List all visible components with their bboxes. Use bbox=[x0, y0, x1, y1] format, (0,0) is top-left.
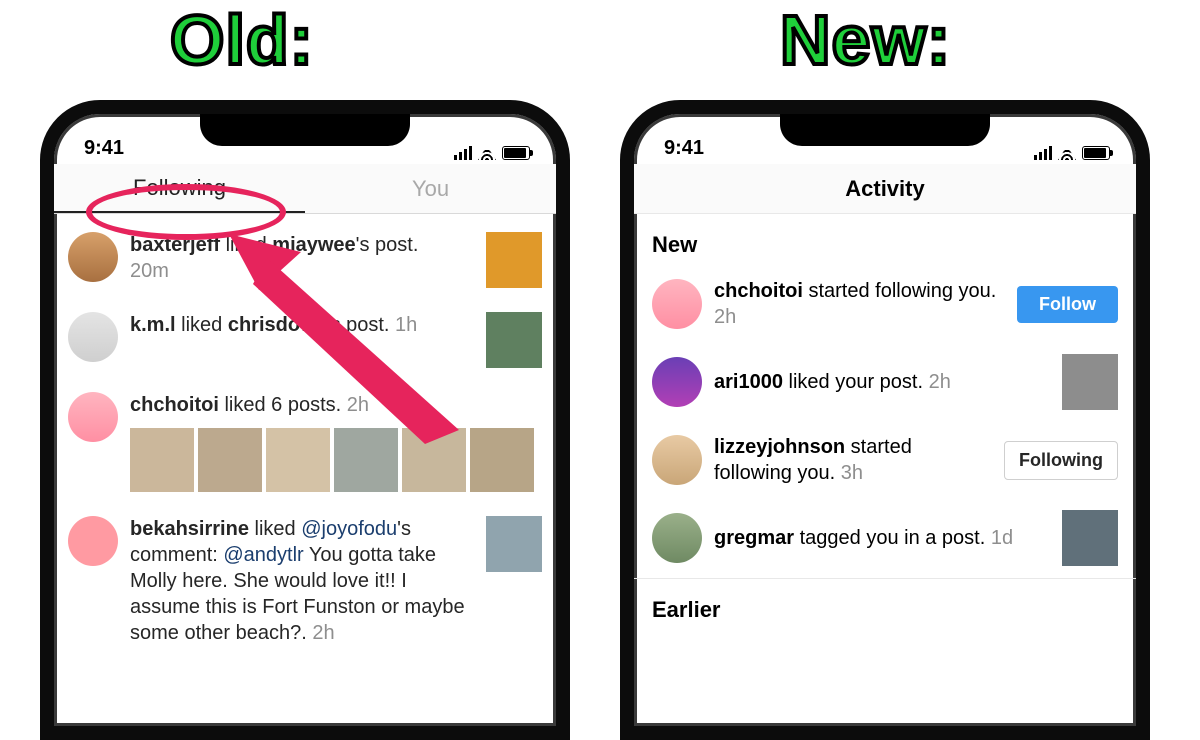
activity-row[interactable]: k.m.l liked chrisdows's post. 1h bbox=[68, 300, 542, 380]
post-thumbnail-row bbox=[130, 428, 542, 492]
phone-new: 9:41 Activity New chchoitoi started foll… bbox=[620, 100, 1150, 740]
signal-icon bbox=[454, 146, 472, 160]
follow-button[interactable]: Follow bbox=[1017, 286, 1118, 323]
activity-text: bekahsirrine liked @joyofodu's comment: … bbox=[130, 516, 474, 646]
activity-text: gregmar tagged you in a post. 1d bbox=[714, 525, 1050, 551]
activity-text: k.m.l liked chrisdows's post. 1h bbox=[130, 312, 474, 338]
post-thumbnail[interactable] bbox=[1062, 510, 1118, 566]
activity-row[interactable]: bekahsirrine liked @joyofodu's comment: … bbox=[68, 504, 542, 658]
post-thumbnail[interactable] bbox=[198, 428, 262, 492]
avatar[interactable] bbox=[652, 357, 702, 407]
notch-icon bbox=[200, 112, 410, 146]
activity-row[interactable]: ari1000 liked your post. 2h bbox=[634, 342, 1136, 422]
avatar[interactable] bbox=[652, 435, 702, 485]
avatar[interactable] bbox=[68, 232, 118, 282]
post-thumbnail[interactable] bbox=[1062, 354, 1118, 410]
activity-text: chchoitoi started following you. 2h bbox=[714, 278, 1005, 330]
post-thumbnail[interactable] bbox=[334, 428, 398, 492]
label-new: New: bbox=[780, 0, 951, 80]
activity-title: Activity bbox=[634, 164, 1136, 214]
phone-old: 9:41 Following You baxterjeff liked miay… bbox=[40, 100, 570, 740]
following-button[interactable]: Following bbox=[1004, 441, 1118, 480]
activity-text: ari1000 liked your post. 2h bbox=[714, 369, 1050, 395]
battery-icon bbox=[1082, 146, 1110, 160]
tab-you[interactable]: You bbox=[305, 164, 556, 213]
battery-icon bbox=[502, 146, 530, 160]
activity-row[interactable]: baxterjeff liked miaywee's post. 20m bbox=[68, 220, 542, 300]
post-thumbnail[interactable] bbox=[486, 232, 542, 288]
tab-following[interactable]: Following bbox=[54, 164, 305, 213]
wifi-icon bbox=[478, 146, 496, 160]
activity-text: chchoitoi liked 6 posts. 2h bbox=[130, 392, 542, 492]
activity-tabs: Following You bbox=[54, 164, 556, 214]
section-header-earlier: Earlier bbox=[634, 579, 1136, 631]
post-thumbnail[interactable] bbox=[130, 428, 194, 492]
avatar[interactable] bbox=[68, 516, 118, 566]
status-time: 9:41 bbox=[664, 137, 704, 160]
activity-feed[interactable]: chchoitoi started following you. 2h Foll… bbox=[634, 266, 1136, 578]
activity-row[interactable]: gregmar tagged you in a post. 1d bbox=[634, 498, 1136, 578]
section-header-new: New bbox=[634, 214, 1136, 266]
signal-icon bbox=[1034, 146, 1052, 160]
post-thumbnail[interactable] bbox=[266, 428, 330, 492]
following-feed[interactable]: baxterjeff liked miaywee's post. 20m k.m… bbox=[54, 214, 556, 664]
activity-row[interactable]: lizzeyjohnson started following you. 3h … bbox=[634, 422, 1136, 498]
activity-row[interactable]: chchoitoi started following you. 2h Foll… bbox=[634, 266, 1136, 342]
activity-row[interactable]: chchoitoi liked 6 posts. 2h bbox=[68, 380, 542, 504]
post-thumbnail[interactable] bbox=[470, 428, 534, 492]
post-thumbnail[interactable] bbox=[486, 312, 542, 368]
wifi-icon bbox=[1058, 146, 1076, 160]
label-old: Old: bbox=[170, 0, 314, 80]
status-time: 9:41 bbox=[84, 137, 124, 160]
post-thumbnail[interactable] bbox=[486, 516, 542, 572]
post-thumbnail[interactable] bbox=[402, 428, 466, 492]
avatar[interactable] bbox=[652, 513, 702, 563]
avatar[interactable] bbox=[68, 392, 118, 442]
activity-text: lizzeyjohnson started following you. 3h bbox=[714, 434, 992, 486]
avatar[interactable] bbox=[652, 279, 702, 329]
avatar[interactable] bbox=[68, 312, 118, 362]
activity-text: baxterjeff liked miaywee's post. 20m bbox=[130, 232, 474, 284]
notch-icon bbox=[780, 112, 990, 146]
